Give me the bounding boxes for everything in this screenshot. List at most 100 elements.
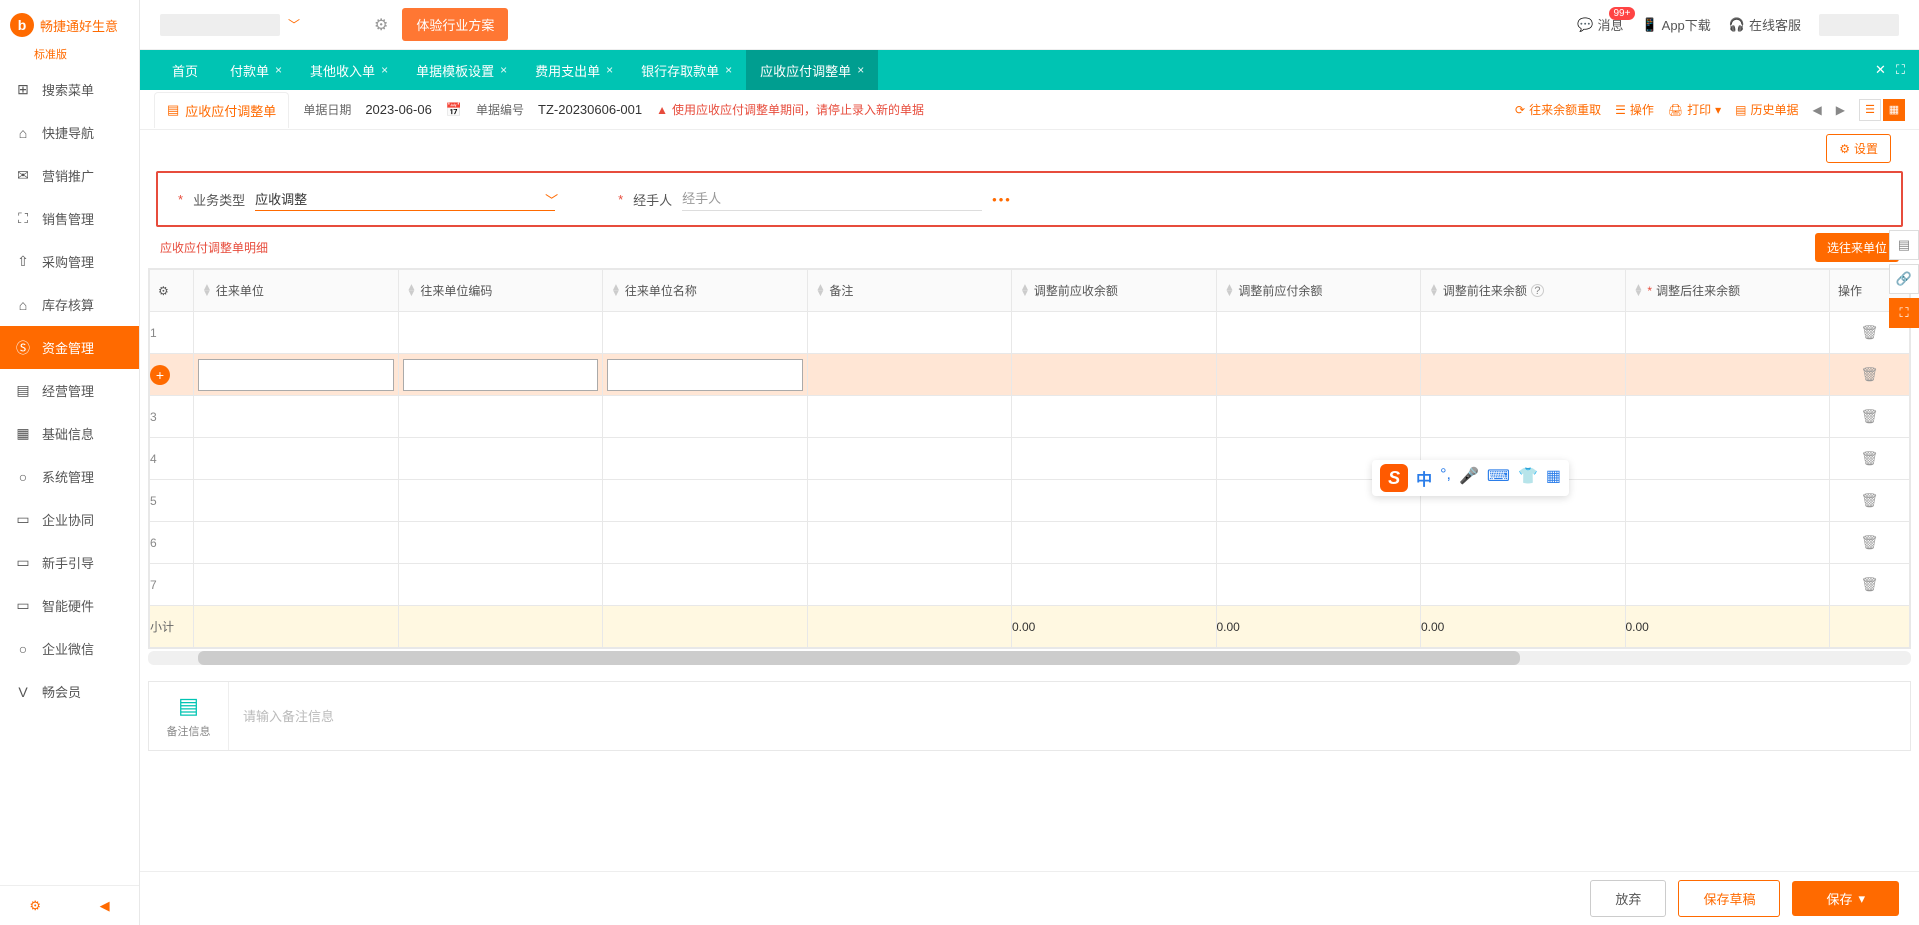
- regen-balance-link[interactable]: ⟳往来余额重取: [1515, 101, 1601, 118]
- select-unit-button[interactable]: 选往来单位: [1815, 233, 1899, 262]
- cell[interactable]: [603, 480, 808, 522]
- cell[interactable]: [1421, 312, 1626, 354]
- handler-input[interactable]: [682, 187, 982, 211]
- sidebar-item-1[interactable]: ⌂快捷导航: [0, 111, 139, 154]
- remarks-input[interactable]: [229, 682, 1910, 750]
- discard-button[interactable]: 放弃: [1590, 880, 1666, 917]
- sort-icon[interactable]: ▲▼: [611, 285, 621, 297]
- cell[interactable]: [1625, 564, 1830, 606]
- tab-close-icon[interactable]: ×: [500, 63, 507, 77]
- sidebar-item-5[interactable]: ⌂库存核算: [0, 283, 139, 326]
- cell[interactable]: [807, 438, 1012, 480]
- cell[interactable]: [1421, 354, 1626, 396]
- tab-close-icon[interactable]: ×: [725, 63, 732, 77]
- ops-link[interactable]: ☰操作: [1615, 101, 1654, 118]
- date-value[interactable]: 2023-06-06: [365, 102, 432, 117]
- tab-1[interactable]: 其他收入单×: [296, 50, 402, 90]
- cell[interactable]: [1012, 312, 1217, 354]
- sort-icon[interactable]: ▲▼: [202, 285, 212, 297]
- rail-attach[interactable]: 🔗: [1889, 264, 1919, 294]
- cell[interactable]: [807, 312, 1012, 354]
- sidebar-item-7[interactable]: ▤经营管理: [0, 369, 139, 412]
- chevron-down-icon[interactable]: ﹀: [545, 190, 558, 209]
- th-2[interactable]: ▲▼往来单位名称: [603, 270, 808, 312]
- tab-2[interactable]: 单据模板设置×: [402, 50, 521, 90]
- table-row[interactable]: 6🗑: [150, 522, 1910, 564]
- cell[interactable]: [194, 396, 399, 438]
- table-row[interactable]: 7🗑: [150, 564, 1910, 606]
- sidebar-item-12[interactable]: ▭智能硬件: [0, 584, 139, 627]
- table-row[interactable]: 5🗑: [150, 480, 1910, 522]
- sort-icon[interactable]: ▲▼: [1225, 285, 1235, 297]
- cell[interactable]: [398, 312, 603, 354]
- cell[interactable]: [1012, 354, 1217, 396]
- sidebar-item-4[interactable]: ⇧采购管理: [0, 240, 139, 283]
- cell[interactable]: [1216, 564, 1421, 606]
- ime-skin-icon[interactable]: 👕: [1518, 466, 1538, 490]
- cell[interactable]: [194, 564, 399, 606]
- ime-punct-icon[interactable]: °,: [1440, 466, 1451, 490]
- tab-close-icon[interactable]: ×: [275, 63, 282, 77]
- cell[interactable]: [194, 522, 399, 564]
- cell[interactable]: [807, 522, 1012, 564]
- sort-icon[interactable]: ▲▼: [407, 285, 417, 297]
- view-detail[interactable]: ▦: [1883, 99, 1905, 121]
- cell[interactable]: [1421, 396, 1626, 438]
- sidebar-item-9[interactable]: ○系统管理: [0, 455, 139, 498]
- tab-home[interactable]: 首页: [154, 50, 216, 90]
- ime-keyboard-icon[interactable]: ⌨: [1487, 466, 1510, 490]
- table-row[interactable]: 3🗑: [150, 396, 1910, 438]
- trial-button[interactable]: 体验行业方案: [402, 8, 508, 41]
- sidebar-item-14[interactable]: V畅会员: [0, 670, 139, 713]
- th-7[interactable]: ▲▼*调整后往来余额: [1625, 270, 1830, 312]
- tab-0[interactable]: 付款单×: [216, 50, 296, 90]
- cell[interactable]: [603, 564, 808, 606]
- sidebar-item-2[interactable]: ✉营销推广: [0, 154, 139, 197]
- cell[interactable]: [398, 354, 603, 396]
- settings-button[interactable]: ⚙设置: [1826, 134, 1891, 163]
- cell[interactable]: [1012, 438, 1217, 480]
- sidebar-item-0[interactable]: ⊞搜索菜单: [0, 68, 139, 111]
- cell[interactable]: [807, 480, 1012, 522]
- delete-row-icon[interactable]: 🗑: [1830, 492, 1909, 509]
- tab-3[interactable]: 费用支出单×: [521, 50, 627, 90]
- sort-icon[interactable]: ▲▼: [1020, 285, 1030, 297]
- cell[interactable]: [1216, 312, 1421, 354]
- th-0[interactable]: ▲▼往来单位: [194, 270, 399, 312]
- cell[interactable]: [603, 354, 808, 396]
- support-link[interactable]: 🎧 在线客服: [1729, 15, 1801, 34]
- cell[interactable]: [1012, 564, 1217, 606]
- next-doc[interactable]: ▶: [1836, 103, 1845, 117]
- save-draft-button[interactable]: 保存草稿: [1678, 880, 1780, 917]
- cell[interactable]: [398, 480, 603, 522]
- user-redacted[interactable]: [1819, 14, 1899, 36]
- cell[interactable]: [1216, 396, 1421, 438]
- sort-icon[interactable]: ▲▼: [1429, 285, 1439, 297]
- print-link[interactable]: 🖨打印▾: [1668, 101, 1721, 118]
- rail-note[interactable]: ▤: [1889, 230, 1919, 260]
- messages-link[interactable]: 💬 消息 99+: [1577, 15, 1623, 34]
- tab-close-icon[interactable]: ×: [381, 63, 388, 77]
- biz-type-input[interactable]: [255, 187, 555, 211]
- cell[interactable]: [1012, 522, 1217, 564]
- tab-close-icon[interactable]: ×: [857, 63, 864, 77]
- sidebar-item-3[interactable]: ⛶销售管理: [0, 197, 139, 240]
- cell[interactable]: [398, 522, 603, 564]
- cell[interactable]: [807, 564, 1012, 606]
- cell[interactable]: [398, 564, 603, 606]
- ime-toolbar[interactable]: S 中 °, 🎤 ⌨ 👕 ▦: [1372, 460, 1569, 496]
- cell[interactable]: [194, 354, 399, 396]
- history-link[interactable]: ▤历史单据: [1735, 101, 1798, 118]
- cell[interactable]: [1012, 396, 1217, 438]
- help-icon[interactable]: ?: [1531, 284, 1544, 297]
- table-row[interactable]: 1🗑: [150, 312, 1910, 354]
- delete-row-icon[interactable]: 🗑: [1830, 534, 1909, 551]
- app-download-link[interactable]: 📱 App下载: [1641, 15, 1710, 34]
- cell[interactable]: [1625, 522, 1830, 564]
- tab-close-icon[interactable]: ×: [606, 63, 613, 77]
- view-list[interactable]: ☰: [1859, 99, 1881, 121]
- cell[interactable]: [398, 396, 603, 438]
- ime-toolbox-icon[interactable]: ▦: [1546, 466, 1561, 490]
- collapse-icon[interactable]: ◀: [100, 898, 110, 914]
- cell[interactable]: [1421, 522, 1626, 564]
